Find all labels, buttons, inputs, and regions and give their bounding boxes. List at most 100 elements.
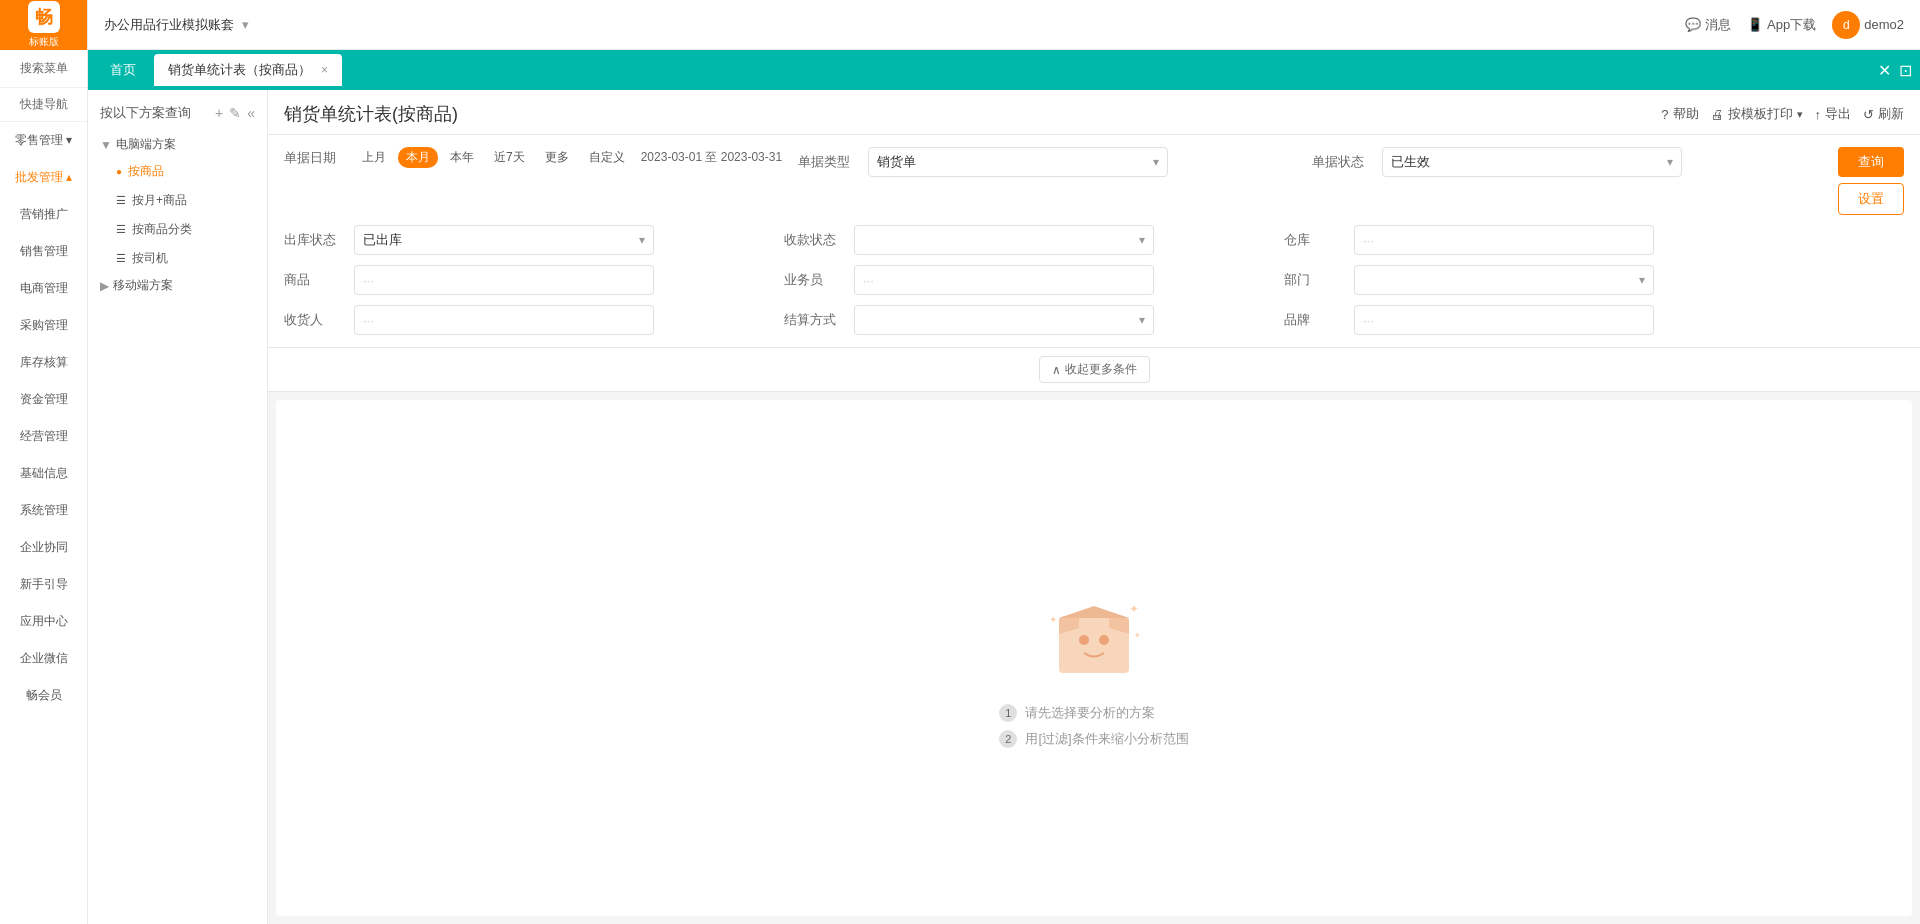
sidebar-item-ecommerce[interactable]: 电商管理 — [0, 270, 87, 307]
tab-close-btn[interactable]: × — [321, 63, 328, 77]
print-btn[interactable]: 🖨 按模板打印 ▾ — [1711, 105, 1803, 123]
settlement-input[interactable]: ▾ — [854, 305, 1154, 335]
collapse-conditions-btn[interactable]: ∧ 收起更多条件 — [1039, 356, 1150, 383]
out-status-input[interactable]: 已出库 ▾ — [354, 225, 654, 255]
active-tab-label: 销货单统计表（按商品） — [168, 61, 311, 79]
product-dots: ··· — [363, 273, 374, 288]
message-btn[interactable]: 💬 消息 — [1685, 16, 1731, 34]
message-icon: 💬 — [1685, 17, 1701, 32]
salesperson-dots: ··· — [863, 273, 874, 288]
by-product-label: 按商品 — [128, 163, 164, 180]
sidebar-item-inventory[interactable]: 库存核算 — [0, 344, 87, 381]
tab-maximize-btn[interactable]: ⊡ — [1899, 61, 1912, 80]
sidebar-item-basic[interactable]: 基础信息 — [0, 455, 87, 492]
date-tab-this-year[interactable]: 本年 — [442, 147, 482, 168]
department-input[interactable]: ▾ — [1354, 265, 1654, 295]
search-label[interactable]: 搜索菜单 — [20, 61, 68, 75]
salesperson-label: 业务员 — [784, 271, 854, 289]
sidebar-item-purchase[interactable]: 采购管理 — [0, 307, 87, 344]
tab-sales-report[interactable]: 销货单统计表（按商品） × — [154, 54, 342, 86]
out-status-chevron-icon: ▾ — [639, 233, 645, 247]
empty-state: ✦ ✦ ✦ 1 请先选择要分析的方案 2 用[过滤]条件来缩小分析范围 — [276, 400, 1912, 916]
inventory-label: 库存核算 — [0, 354, 87, 371]
out-status-filter: 出库状态 已出库 ▾ — [284, 225, 784, 255]
product-input[interactable]: ··· — [354, 265, 654, 295]
doc-status-value: 已生效 — [1391, 153, 1430, 171]
tree-item-by-category[interactable]: ☰ 按商品分类 — [88, 215, 267, 244]
industry-dropdown-icon[interactable]: ▾ — [242, 17, 249, 32]
salesperson-input[interactable]: ··· — [854, 265, 1154, 295]
sidebar-item-marketing[interactable]: 营销推广 — [0, 196, 87, 233]
doc-type-input[interactable]: 销货单 ▾ — [868, 147, 1168, 177]
sidebar-item-sales[interactable]: 销售管理 — [0, 233, 87, 270]
sidebar-search[interactable]: 搜索菜单 — [0, 50, 87, 88]
receipt-status-filter: 收款状态 ▾ — [784, 225, 1284, 255]
left-panel-title: 按以下方案查询 — [100, 104, 191, 122]
settings-btn[interactable]: 设置 — [1838, 183, 1904, 215]
sidebar-item-finance[interactable]: 资金管理 — [0, 381, 87, 418]
sidebar-item-operations[interactable]: 经营管理 — [0, 418, 87, 455]
filter-row-3: 商品 ··· 业务员 ··· 部门 — [284, 265, 1904, 295]
user-menu[interactable]: d demo2 — [1832, 11, 1904, 39]
date-tab-last-month[interactable]: 上月 — [354, 147, 394, 168]
empty-tips: 1 请先选择要分析的方案 2 用[过滤]条件来缩小分析范围 — [999, 704, 1188, 748]
sidebar-item-apps[interactable]: 应用中心 — [0, 603, 87, 640]
main-area: 办公用品行业模拟账套 ▾ 💬 消息 📱 App下载 d demo2 首页 — [88, 0, 1920, 924]
tip-2-text: 用[过滤]条件来缩小分析范围 — [1025, 730, 1188, 748]
svg-text:✦: ✦ — [1129, 602, 1139, 616]
member-label: 畅会员 — [0, 687, 87, 704]
sidebar-item-system[interactable]: 系统管理 — [0, 492, 87, 529]
sidebar-item-wholesale[interactable]: 批发管理 ▴ — [0, 159, 87, 196]
refresh-btn[interactable]: ↺ 刷新 — [1863, 105, 1904, 123]
sidebar-item-member[interactable]: 畅会员 — [0, 677, 87, 714]
quick-nav-label[interactable]: 快捷导航 — [20, 97, 68, 111]
sidebar-item-enterprise[interactable]: 企业协同 — [0, 529, 87, 566]
add-scheme-btn[interactable]: + — [215, 105, 223, 121]
sidebar-item-retail[interactable]: 零售管理 ▾ — [0, 122, 87, 159]
filter-row-4: 收货人 ··· 结算方式 ▾ 品牌 — [284, 305, 1904, 335]
query-btn[interactable]: 查询 — [1838, 147, 1904, 177]
help-btn[interactable]: ? 帮助 — [1661, 105, 1698, 123]
edit-scheme-btn[interactable]: ✎ — [229, 105, 241, 121]
tree-mobile-section[interactable]: ▶ 移动端方案 — [88, 273, 267, 298]
print-label: 按模板打印 — [1728, 105, 1793, 123]
warehouse-input[interactable]: ··· — [1354, 225, 1654, 255]
sales-label: 销售管理 — [0, 243, 87, 260]
receipt-status-input[interactable]: ▾ — [854, 225, 1154, 255]
product-filter: 商品 ··· — [284, 265, 784, 295]
sidebar: 畅 标账版 搜索菜单 快捷导航 零售管理 ▾ 批发管理 ▴ 营销推广 销售管理 … — [0, 0, 88, 924]
app-download-btn[interactable]: 📱 App下载 — [1747, 16, 1816, 34]
export-label: 导出 — [1825, 105, 1851, 123]
tree-item-by-product[interactable]: ● 按商品 — [88, 157, 267, 186]
svg-point-1 — [1079, 635, 1089, 645]
brand-label: 品牌 — [1284, 311, 1354, 329]
sidebar-item-newbie[interactable]: 新手引导 — [0, 566, 87, 603]
consignee-input[interactable]: ··· — [354, 305, 654, 335]
by-month-icon: ☰ — [116, 194, 126, 207]
doc-status-chevron-icon: ▾ — [1667, 155, 1673, 169]
date-tab-custom[interactable]: 自定义 — [581, 147, 633, 168]
tree-item-by-month-product[interactable]: ☰ 按月+商品 — [88, 186, 267, 215]
left-panel-header: 按以下方案查询 + ✎ « — [88, 98, 267, 128]
brand-dots: ··· — [1363, 313, 1374, 328]
app-logo[interactable]: 畅 标账版 — [0, 0, 87, 50]
filter-row-1: 单据日期 上月 本月 本年 近7天 更多 自定义 2023-03-01 至 20… — [284, 147, 1904, 215]
sidebar-item-wechat[interactable]: 企业微信 — [0, 640, 87, 677]
print-dropdown-icon[interactable]: ▾ — [1797, 108, 1803, 121]
collapse-panel-btn[interactable]: « — [247, 105, 255, 121]
sidebar-menu: 零售管理 ▾ 批发管理 ▴ 营销推广 销售管理 电商管理 采购管理 库存核算 资… — [0, 122, 87, 924]
tab-home[interactable]: 首页 — [96, 54, 150, 86]
doc-status-input[interactable]: 已生效 ▾ — [1382, 147, 1682, 177]
empty-tip-2: 2 用[过滤]条件来缩小分析范围 — [999, 730, 1188, 748]
export-btn[interactable]: ↑ 导出 — [1815, 105, 1852, 123]
date-tab-7days[interactable]: 近7天 — [486, 147, 533, 168]
tree-desktop-title[interactable]: ▼ 电脑端方案 — [88, 132, 267, 157]
topbar-right: 💬 消息 📱 App下载 d demo2 — [1685, 11, 1904, 39]
tab-close-window-btn[interactable]: ✕ — [1878, 61, 1891, 80]
quick-nav[interactable]: 快捷导航 — [0, 88, 87, 122]
user-avatar: d — [1832, 11, 1860, 39]
brand-input[interactable]: ··· — [1354, 305, 1654, 335]
date-tab-this-month[interactable]: 本月 — [398, 147, 438, 168]
tree-item-by-driver[interactable]: ☰ 按司机 — [88, 244, 267, 273]
date-tab-more[interactable]: 更多 — [537, 147, 577, 168]
